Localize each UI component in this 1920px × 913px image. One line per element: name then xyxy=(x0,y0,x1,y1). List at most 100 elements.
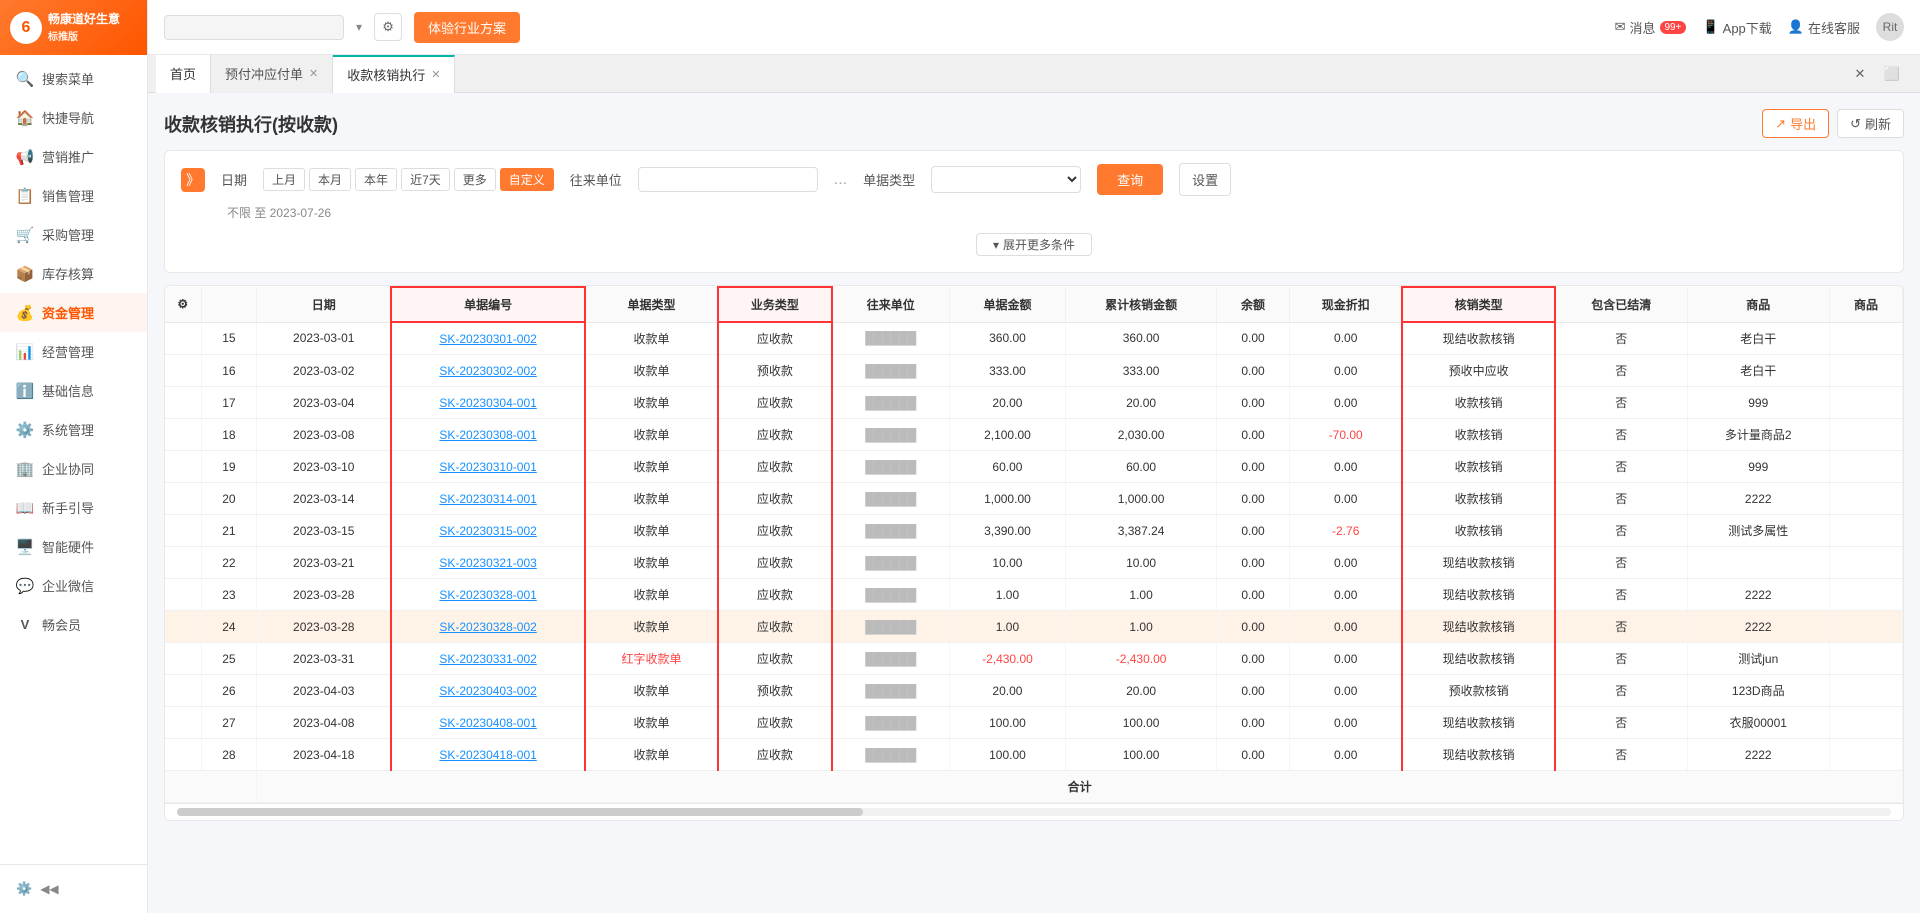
table-row[interactable]: 252023-03-31SK-20230331-002红字收款单应收款█████… xyxy=(165,643,1903,675)
sidebar-item-marketing[interactable]: 📢 营销推广 xyxy=(0,137,147,176)
sidebar-item-enterprise[interactable]: 🏢 企业协同 xyxy=(0,449,147,488)
tab-prepay-order[interactable]: 预付冲应付单 ✕ xyxy=(211,55,333,93)
td-settings[interactable] xyxy=(165,387,201,419)
td-doc-no[interactable]: SK-20230418-001 xyxy=(391,739,585,771)
topbar-gear-btn[interactable]: ⚙ xyxy=(374,13,402,41)
doc-no-link[interactable]: SK-20230304-001 xyxy=(439,396,536,410)
doc-no-link[interactable]: SK-20230328-002 xyxy=(439,620,536,634)
sidebar-item-smart-hw[interactable]: 🖥️ 智能硬件 xyxy=(0,527,147,566)
topbar-chevron-icon[interactable]: ▾ xyxy=(356,20,362,34)
table-row[interactable]: 282023-04-18SK-20230418-001收款单应收款██████1… xyxy=(165,739,1903,771)
table-row[interactable]: 242023-03-28SK-20230328-002收款单应收款██████1… xyxy=(165,611,1903,643)
td-settings[interactable] xyxy=(165,643,201,675)
partner-input[interactable] xyxy=(638,167,818,192)
td-doc-no[interactable]: SK-20230403-002 xyxy=(391,675,585,707)
tab-home[interactable]: 首页 xyxy=(156,55,211,93)
td-settings[interactable] xyxy=(165,515,201,547)
query-btn[interactable]: 查询 xyxy=(1097,164,1163,195)
td-settings[interactable] xyxy=(165,579,201,611)
online-service-btn[interactable]: 👤 在线客服 xyxy=(1788,18,1860,37)
table-row[interactable]: 212023-03-15SK-20230315-002收款单应收款██████3… xyxy=(165,515,1903,547)
td-doc-no[interactable]: SK-20230310-001 xyxy=(391,451,585,483)
td-settings[interactable] xyxy=(165,451,201,483)
td-doc-no[interactable]: SK-20230315-002 xyxy=(391,515,585,547)
sidebar-item-operation[interactable]: 📊 经营管理 xyxy=(0,332,147,371)
table-row[interactable]: 192023-03-10SK-20230310-001收款单应收款██████6… xyxy=(165,451,1903,483)
td-doc-no[interactable]: SK-20230314-001 xyxy=(391,483,585,515)
sidebar-settings-btn[interactable]: ⚙️ ◀◀ xyxy=(0,873,147,905)
doc-no-link[interactable]: SK-20230315-002 xyxy=(439,524,536,538)
td-settings[interactable] xyxy=(165,355,201,387)
doc-no-link[interactable]: SK-20230310-001 xyxy=(439,460,536,474)
table-row[interactable]: 272023-04-08SK-20230408-001收款单应收款██████1… xyxy=(165,707,1903,739)
expand-more-btn[interactable]: ▾ 展开更多条件 xyxy=(976,233,1092,256)
td-settings[interactable] xyxy=(165,419,201,451)
doc-no-link[interactable]: SK-20230418-001 xyxy=(439,748,536,762)
td-doc-no[interactable]: SK-20230328-001 xyxy=(391,579,585,611)
solution-btn[interactable]: 体验行业方案 xyxy=(414,12,520,43)
td-doc-no[interactable]: SK-20230302-002 xyxy=(391,355,585,387)
doc-no-link[interactable]: SK-20230328-001 xyxy=(439,588,536,602)
td-doc-no[interactable]: SK-20230304-001 xyxy=(391,387,585,419)
sidebar-item-inventory[interactable]: 📦 库存核算 xyxy=(0,254,147,293)
this-month-btn[interactable]: 本月 xyxy=(309,168,351,191)
tab-maximize-btn[interactable]: ⬜ xyxy=(1880,62,1904,86)
this-year-btn[interactable]: 本年 xyxy=(355,168,397,191)
td-settings[interactable] xyxy=(165,483,201,515)
td-settings[interactable] xyxy=(165,322,201,355)
td-doc-no[interactable]: SK-20230328-002 xyxy=(391,611,585,643)
user-avatar[interactable]: Rit xyxy=(1876,13,1904,41)
filter-setting-btn[interactable]: 设置 xyxy=(1179,163,1231,196)
table-row[interactable]: 152023-03-01SK-20230301-002收款单应收款██████3… xyxy=(165,322,1903,355)
td-settings[interactable] xyxy=(165,611,201,643)
sidebar-item-basic[interactable]: ℹ️ 基础信息 xyxy=(0,371,147,410)
filter-expand-btn[interactable]: 》 xyxy=(181,168,205,192)
scroll-thumb[interactable] xyxy=(177,808,863,816)
sidebar-item-system[interactable]: ⚙️ 系统管理 xyxy=(0,410,147,449)
td-doc-no[interactable]: SK-20230321-003 xyxy=(391,547,585,579)
doc-no-link[interactable]: SK-20230301-002 xyxy=(439,332,536,346)
doc-no-link[interactable]: SK-20230308-001 xyxy=(439,428,536,442)
td-doc-no[interactable]: SK-20230408-001 xyxy=(391,707,585,739)
table-row[interactable]: 202023-03-14SK-20230314-001收款单应收款██████1… xyxy=(165,483,1903,515)
doc-no-link[interactable]: SK-20230403-002 xyxy=(439,684,536,698)
sidebar-item-member[interactable]: V 畅会员 xyxy=(0,605,147,644)
tab-collect-close-icon[interactable]: ✕ xyxy=(431,68,440,81)
last-7-days-btn[interactable]: 近7天 xyxy=(401,168,450,191)
table-row[interactable]: 172023-03-04SK-20230304-001收款单应收款██████2… xyxy=(165,387,1903,419)
sidebar-item-sales[interactable]: 📋 销售管理 xyxy=(0,176,147,215)
more-date-btn[interactable]: 更多 xyxy=(454,168,496,191)
td-doc-no[interactable]: SK-20230301-002 xyxy=(391,322,585,355)
tab-collect-cancel[interactable]: 收款核销执行 ✕ xyxy=(333,55,455,93)
doc-no-link[interactable]: SK-20230408-001 xyxy=(439,716,536,730)
last-month-btn[interactable]: 上月 xyxy=(263,168,305,191)
doc-no-link[interactable]: SK-20230321-003 xyxy=(439,556,536,570)
horizontal-scrollbar[interactable] xyxy=(177,808,1891,816)
sidebar-item-quick-nav[interactable]: 🏠 快捷导航 xyxy=(0,98,147,137)
doc-no-link[interactable]: SK-20230331-002 xyxy=(439,652,536,666)
doc-no-link[interactable]: SK-20230302-002 xyxy=(439,364,536,378)
export-btn[interactable]: ↗ 导出 xyxy=(1762,109,1829,138)
table-row[interactable]: 232023-03-28SK-20230328-001收款单应收款██████1… xyxy=(165,579,1903,611)
sidebar-item-search[interactable]: 🔍 搜索菜单 xyxy=(0,59,147,98)
doc-no-link[interactable]: SK-20230314-001 xyxy=(439,492,536,506)
table-row[interactable]: 222023-03-21SK-20230321-003收款单应收款██████1… xyxy=(165,547,1903,579)
sidebar-item-guide[interactable]: 📖 新手引导 xyxy=(0,488,147,527)
app-download-btn[interactable]: 📱 App下载 xyxy=(1702,18,1771,37)
td-settings[interactable] xyxy=(165,547,201,579)
refresh-btn[interactable]: ↺ 刷新 xyxy=(1837,109,1904,138)
partner-dots[interactable]: ... xyxy=(834,171,847,189)
collapse-btn[interactable]: ◀◀ xyxy=(40,882,58,896)
td-settings[interactable] xyxy=(165,739,201,771)
sidebar-item-finance[interactable]: 💰 资金管理 xyxy=(0,293,147,332)
table-row[interactable]: 182023-03-08SK-20230308-001收款单应收款██████2… xyxy=(165,419,1903,451)
td-settings[interactable] xyxy=(165,707,201,739)
th-settings[interactable]: ⚙ xyxy=(165,287,201,322)
sidebar-item-purchase[interactable]: 🛒 采购管理 xyxy=(0,215,147,254)
topbar-search-input[interactable] xyxy=(164,15,344,40)
doc-type-select[interactable] xyxy=(931,166,1081,193)
td-doc-no[interactable]: SK-20230308-001 xyxy=(391,419,585,451)
message-btn[interactable]: ✉ 消息 99+ xyxy=(1615,18,1687,37)
table-row[interactable]: 162023-03-02SK-20230302-002收款单预收款██████3… xyxy=(165,355,1903,387)
td-doc-no[interactable]: SK-20230331-002 xyxy=(391,643,585,675)
